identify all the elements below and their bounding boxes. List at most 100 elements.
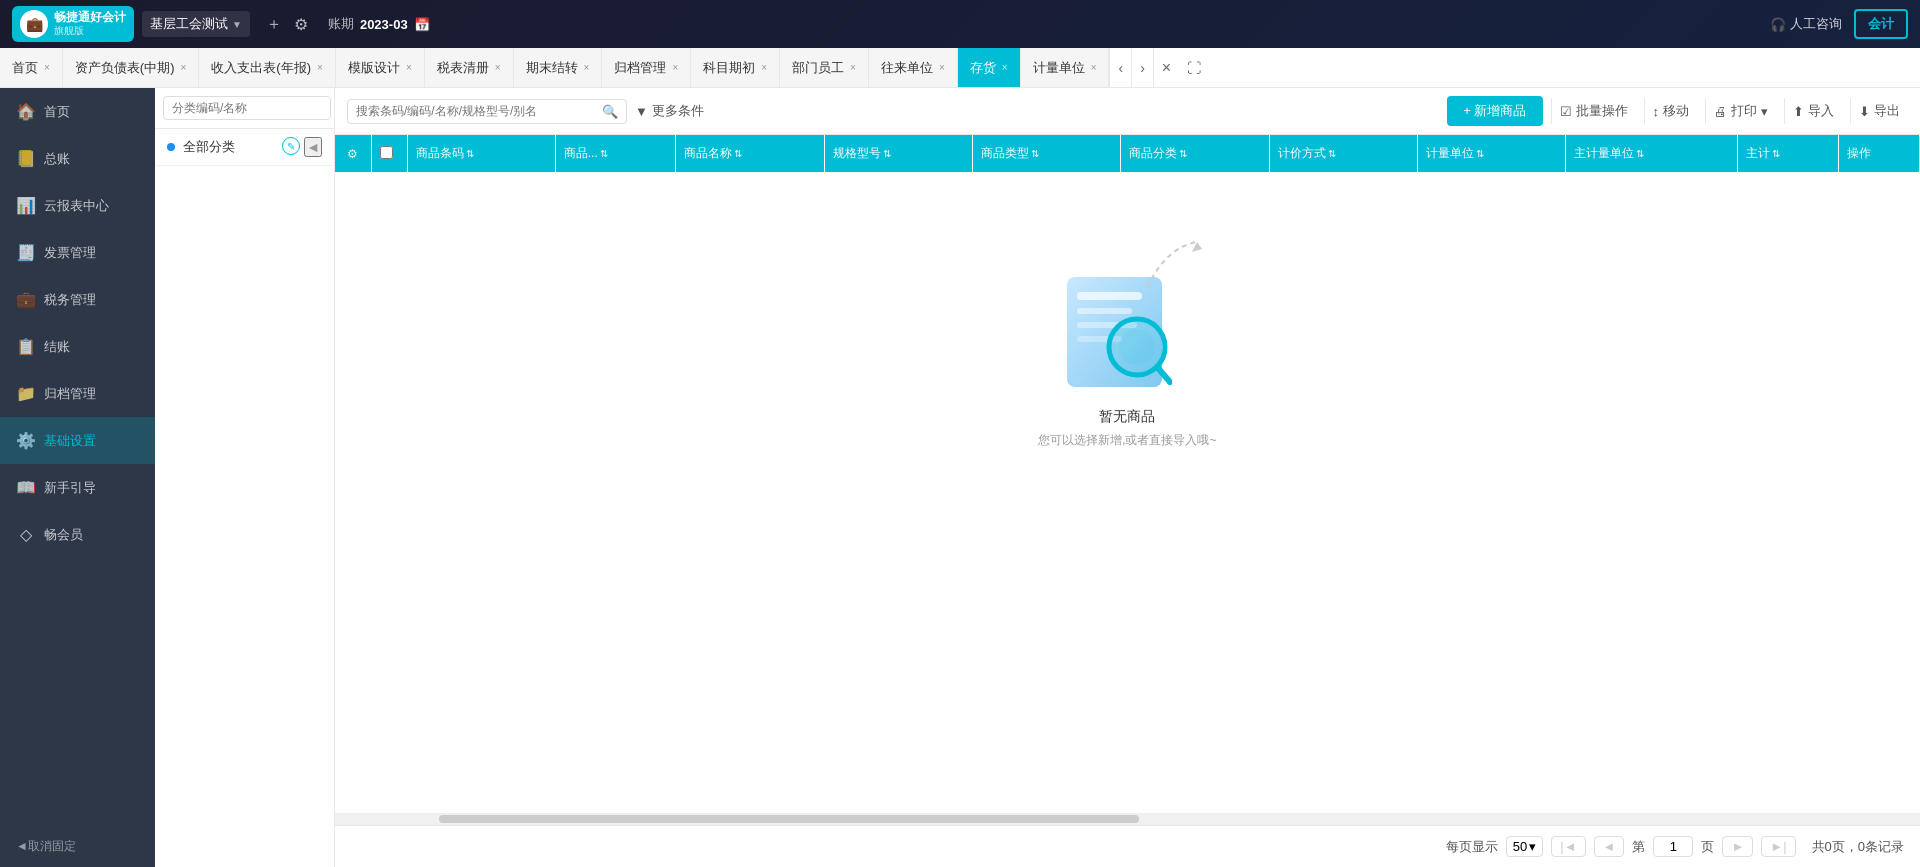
product-search-input[interactable] — [356, 104, 598, 118]
tab-inventory[interactable]: 存货 × — [958, 48, 1021, 88]
sidebar-item-settings[interactable]: ⚙️ 基础设置 — [0, 417, 155, 464]
tab-income-close[interactable]: × — [317, 62, 323, 73]
tab-subject-close[interactable]: × — [761, 62, 767, 73]
calendar-icon[interactable]: 📅 — [414, 17, 430, 32]
tab-contacts-close[interactable]: × — [939, 62, 945, 73]
scroll-thumb[interactable] — [439, 815, 1139, 823]
sidebar-item-home[interactable]: 🏠 首页 — [0, 88, 155, 135]
sidebar-item-ledger[interactable]: 📒 总账 — [0, 135, 155, 182]
tab-units[interactable]: 计量单位 × — [1021, 48, 1110, 88]
col-main[interactable]: 主计⇅ — [1738, 135, 1839, 172]
per-page-value: 50 — [1513, 839, 1527, 854]
add-tab-button[interactable]: ＋ — [262, 10, 286, 39]
account-button[interactable]: 会计 — [1854, 9, 1908, 39]
category-header[interactable]: 全部分类 ✎ ◄ — [155, 129, 334, 166]
tab-period-end[interactable]: 期末结转 × — [514, 48, 603, 88]
logo-area[interactable]: 💼 畅捷通好会计 旗舰版 — [12, 6, 134, 42]
horizontal-scrollbar[interactable] — [335, 813, 1920, 825]
import-button[interactable]: ⬆ 导入 — [1784, 98, 1842, 124]
settings-gear-button[interactable]: ⚙ — [290, 11, 312, 38]
tab-template[interactable]: 模版设计 × — [336, 48, 425, 88]
col-spec[interactable]: 规格型号⇅ — [824, 135, 972, 172]
tab-inventory-close[interactable]: × — [1002, 62, 1008, 73]
sidebar-item-tax-label: 税务管理 — [44, 291, 96, 309]
category-search-input[interactable] — [163, 96, 331, 120]
tab-balance[interactable]: 资产负债表(中期) × — [63, 48, 200, 88]
tab-home-close[interactable]: × — [44, 62, 50, 73]
unpin-button[interactable]: ◄取消固定 — [0, 826, 155, 867]
tab-income[interactable]: 收入支出表(年报) × — [199, 48, 336, 88]
service-button[interactable]: 🎧 人工咨询 — [1770, 15, 1842, 33]
filter-button[interactable]: ▼ 更多条件 — [635, 102, 704, 120]
tab-balance-close[interactable]: × — [181, 62, 187, 73]
workspace-selector[interactable]: 基层工会测试 ▼ — [142, 11, 250, 37]
tab-close-all[interactable]: × — [1153, 48, 1179, 88]
tab-subject[interactable]: 科目期初 × — [691, 48, 780, 88]
archive-icon: 📁 — [16, 384, 36, 403]
page-next-button[interactable]: ► — [1722, 836, 1753, 857]
print-button[interactable]: 🖨 打印 ▾ — [1705, 98, 1776, 124]
col-code[interactable]: 商品...⇅ — [555, 135, 676, 172]
left-panel-search: 🔍 — [155, 88, 334, 129]
tax-icon: 💼 — [16, 290, 36, 309]
sort-category-icon: ⇅ — [1179, 148, 1187, 159]
col-settings[interactable]: ⚙ — [335, 135, 371, 172]
tab-expand[interactable]: ⛶ — [1179, 48, 1209, 88]
col-checkbox[interactable] — [371, 135, 407, 172]
tab-archive[interactable]: 归档管理 × — [602, 48, 691, 88]
tab-scroll-left[interactable]: ‹ — [1109, 48, 1131, 88]
page-first-button[interactable]: |◄ — [1551, 836, 1585, 857]
app-subtitle: 旗舰版 — [54, 24, 126, 38]
col-name[interactable]: 商品名称⇅ — [676, 135, 824, 172]
col-barcode[interactable]: 商品条码⇅ — [407, 135, 555, 172]
logo-icon: 💼 — [20, 10, 48, 38]
tab-scroll-right[interactable]: › — [1131, 48, 1153, 88]
tab-contacts[interactable]: 往来单位 × — [869, 48, 958, 88]
select-all-checkbox[interactable] — [380, 146, 393, 159]
main-layout: 🏠 首页 📒 总账 📊 云报表中心 🧾 发票管理 💼 税务管理 📋 结账 📁 归… — [0, 88, 1920, 867]
page-prev-button[interactable]: ◄ — [1594, 836, 1625, 857]
tab-tax-close[interactable]: × — [495, 62, 501, 73]
per-page-select[interactable]: 50 ▾ — [1506, 836, 1543, 857]
category-collapse-button[interactable]: ◄ — [304, 137, 322, 157]
product-search-icon[interactable]: 🔍 — [602, 104, 618, 119]
workspace-chevron: ▼ — [232, 19, 242, 30]
tab-tax[interactable]: 税表清册 × — [425, 48, 514, 88]
tab-home[interactable]: 首页 × — [0, 48, 63, 88]
category-actions: ✎ ◄ — [282, 137, 322, 157]
add-product-button[interactable]: + 新增商品 — [1447, 96, 1542, 126]
page-last-button[interactable]: ►| — [1761, 836, 1795, 857]
sidebar-item-ledger-label: 总账 — [44, 150, 70, 168]
tab-dept-close[interactable]: × — [850, 62, 856, 73]
export-button[interactable]: ⬇ 导出 — [1850, 98, 1908, 124]
page-number-input[interactable] — [1653, 836, 1693, 857]
col-main-unit[interactable]: 主计量单位⇅ — [1566, 135, 1738, 172]
sidebar-item-archive[interactable]: 📁 归档管理 — [0, 370, 155, 417]
top-bar: 💼 畅捷通好会计 旗舰版 基层工会测试 ▼ ＋ ⚙ 账期 2023-03 📅 🎧… — [0, 0, 1920, 48]
tab-archive-close[interactable]: × — [672, 62, 678, 73]
col-price-method[interactable]: 计价方式⇅ — [1269, 135, 1417, 172]
add-product-label: + 新增商品 — [1463, 102, 1526, 120]
move-button[interactable]: ↕ 移动 — [1644, 98, 1698, 124]
tab-period-end-close[interactable]: × — [584, 62, 590, 73]
sidebar-item-reports[interactable]: 📊 云报表中心 — [0, 182, 155, 229]
category-edit-button[interactable]: ✎ — [282, 137, 300, 155]
col-type[interactable]: 商品类型⇅ — [972, 135, 1120, 172]
tab-template-label: 模版设计 — [348, 59, 400, 77]
col-category[interactable]: 商品分类⇅ — [1121, 135, 1269, 172]
period-area: 账期 2023-03 📅 — [328, 15, 430, 33]
sidebar-item-invoice[interactable]: 🧾 发票管理 — [0, 229, 155, 276]
sidebar-item-member[interactable]: ◇ 畅会员 — [0, 511, 155, 558]
tab-dept[interactable]: 部门员工 × — [780, 48, 869, 88]
col-unit[interactable]: 计量单位⇅ — [1417, 135, 1565, 172]
sort-code-icon: ⇅ — [600, 148, 608, 159]
category-label: 全部分类 — [183, 138, 235, 156]
logo-text-block: 畅捷通好会计 旗舰版 — [54, 10, 126, 38]
tab-template-close[interactable]: × — [406, 62, 412, 73]
sidebar-item-checkout[interactable]: 📋 结账 — [0, 323, 155, 370]
sidebar-item-guide[interactable]: 📖 新手引导 — [0, 464, 155, 511]
tab-units-close[interactable]: × — [1091, 62, 1097, 73]
batch-button[interactable]: ☑ 批量操作 — [1551, 98, 1636, 124]
sidebar-item-tax[interactable]: 💼 税务管理 — [0, 276, 155, 323]
tab-dept-label: 部门员工 — [792, 59, 844, 77]
